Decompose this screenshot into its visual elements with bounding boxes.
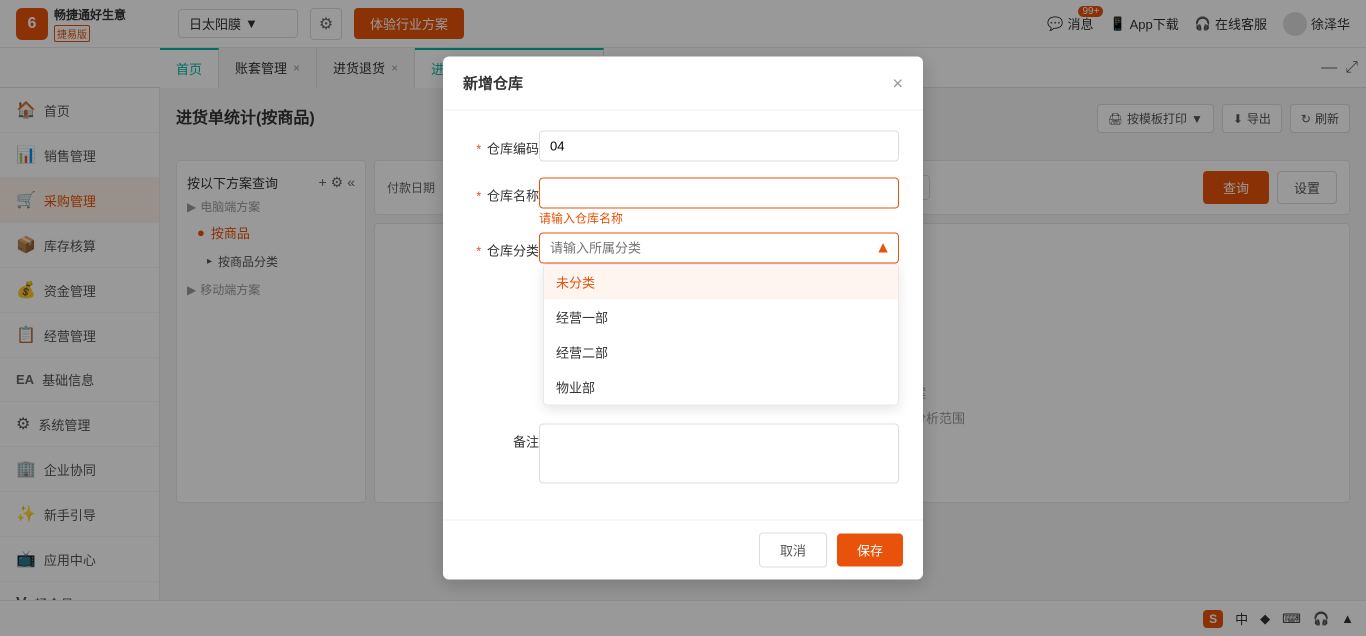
cancel-btn[interactable]: 取消 (759, 533, 827, 568)
category-field-wrapper: ▲ (539, 233, 899, 264)
form-row-category: * 仓库分类 ▲ 未分类 经营一部 经营二部 物业部 (467, 233, 899, 264)
warehouse-name-input[interactable] (539, 178, 899, 209)
dropdown-item-ops1[interactable]: 经营一部 (544, 300, 898, 335)
dialog-body: * 仓库编码 * 仓库名称 请输入仓库名称 * 仓库分类 ▲ (443, 111, 923, 520)
form-row-name: * 仓库名称 请输入仓库名称 (467, 178, 899, 209)
category-dropdown: 未分类 经营一部 经营二部 物业部 (543, 264, 899, 406)
save-btn[interactable]: 保存 (837, 534, 903, 567)
chevron-up-icon[interactable]: ▲ (875, 239, 891, 257)
dialog-title: 新增仓库 (463, 73, 523, 94)
category-label: * 仓库分类 (467, 233, 539, 260)
dialog-header: 新增仓库 × (443, 57, 923, 111)
name-error-msg: 请输入仓库名称 (539, 210, 623, 227)
note-label: 备注 (467, 424, 539, 451)
category-input[interactable] (539, 233, 899, 264)
name-field-wrapper: 请输入仓库名称 (539, 178, 899, 209)
dialog-footer: 取消 保存 (443, 520, 923, 580)
dropdown-item-property[interactable]: 物业部 (544, 370, 898, 405)
required-star: * (476, 142, 481, 157)
dialog-close-icon[interactable]: × (892, 74, 903, 92)
code-label: * 仓库编码 (467, 131, 539, 158)
name-label: * 仓库名称 (467, 178, 539, 205)
add-warehouse-dialog: 新增仓库 × * 仓库编码 * 仓库名称 请输入仓库名称 * (443, 57, 923, 580)
form-row-code: * 仓库编码 (467, 131, 899, 162)
form-row-note: 备注 (467, 424, 899, 484)
warehouse-code-input[interactable] (539, 131, 899, 162)
warehouse-note-input[interactable] (539, 424, 899, 484)
dropdown-item-uncategorized[interactable]: 未分类 (544, 265, 898, 300)
dropdown-item-ops2[interactable]: 经营二部 (544, 335, 898, 370)
